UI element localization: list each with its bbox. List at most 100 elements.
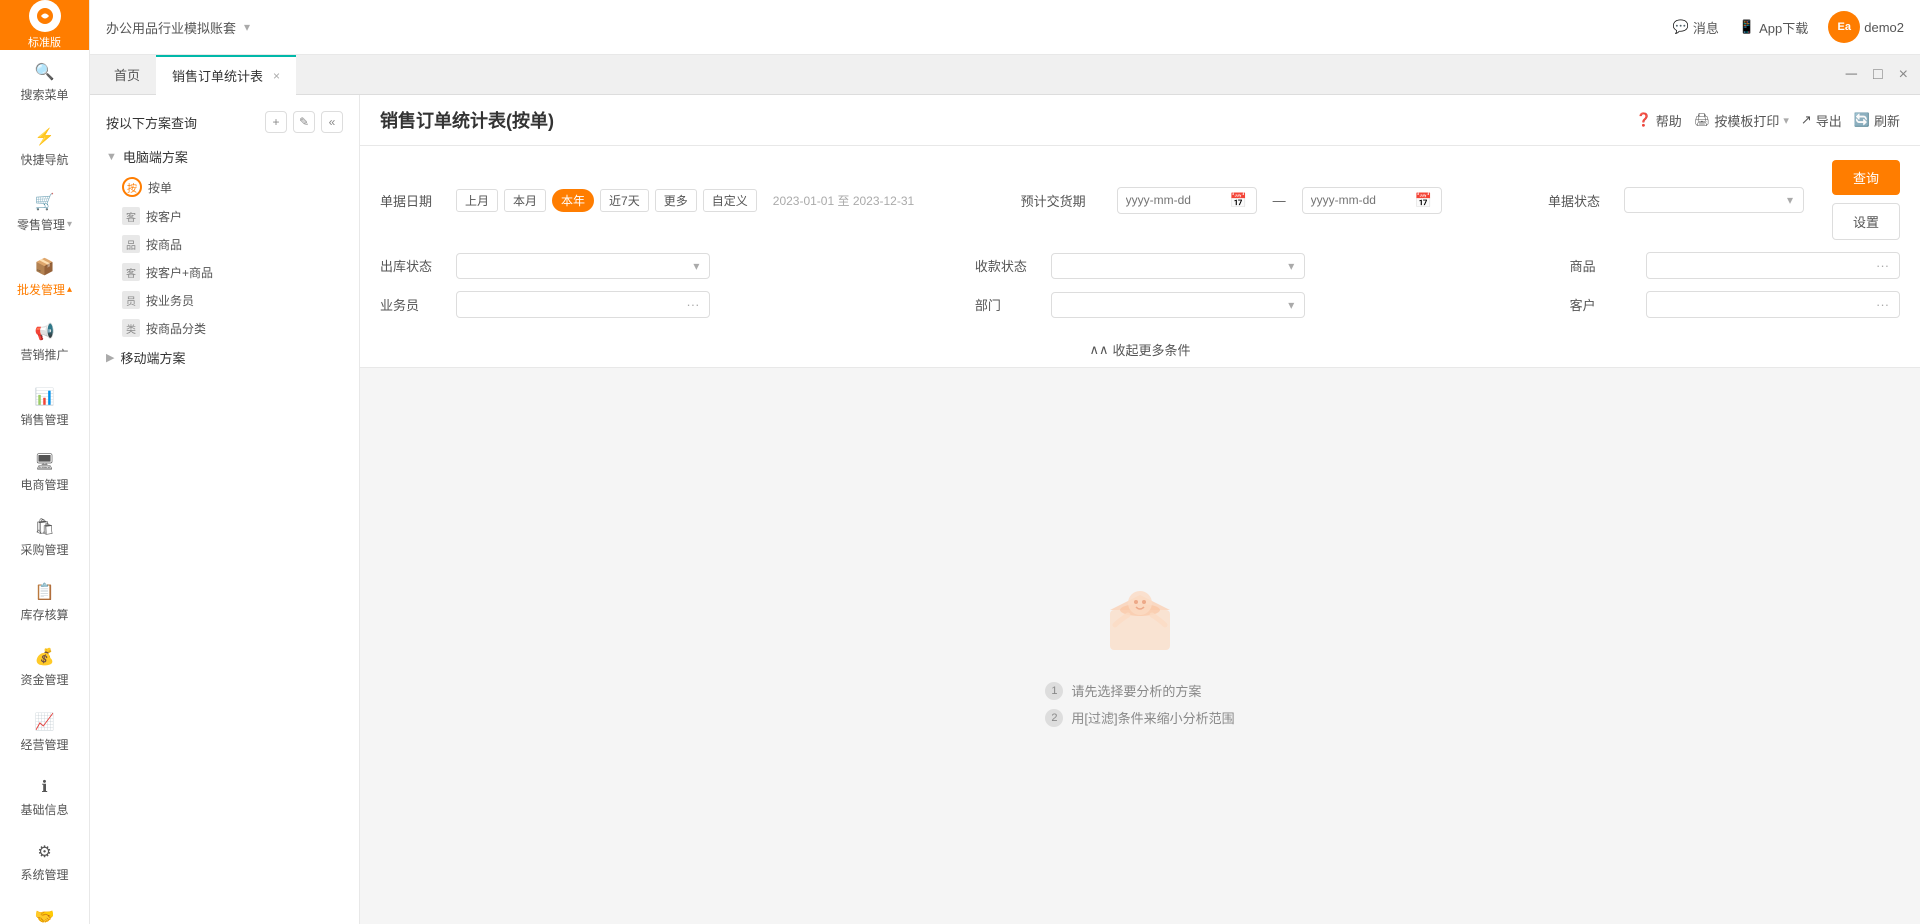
tree-item-by-salesperson[interactable]: 员 按业务员 [114,286,351,314]
tabbar: 首页 销售订单统计表 × ─ □ × [90,55,1920,95]
by-customer-product-label: 按客户+商品 [146,264,213,281]
delivery-date-end-input[interactable]: 📅 [1302,187,1442,214]
operations-icon: 📈 [35,712,55,732]
minimize-button[interactable]: ─ [1842,62,1861,88]
salesperson-select[interactable]: ··· [456,291,710,318]
page-header: 销售订单统计表(按单) ❓ 帮助 🖨 按模板打印 ▾ ↗ 导出 [360,95,1920,146]
receipt-status-select[interactable]: ▾ [1051,253,1305,279]
customer-select[interactable]: ··· [1646,291,1900,318]
calendar-start-icon[interactable]: 📅 [1230,192,1247,209]
tree-group-pc[interactable]: ▼ 电脑端方案 [98,141,351,172]
date-btn-last-month[interactable]: 上月 [456,189,498,212]
sidebar-item-sales[interactable]: 📊 销售管理 [0,375,90,440]
print-button[interactable]: 🖨 按模板打印 ▾ [1694,111,1789,130]
receipt-status-label: 收款状态 [975,256,1035,275]
sidebar-item-marketing[interactable]: 📢 营销推广 [0,310,90,375]
sidebar-item-system[interactable]: ⚙ 系统管理 [0,830,90,895]
tree-group-pc-children: 按 按单 客 按客户 品 按商品 客 按客户+商品 [114,172,351,342]
sidebar-item-retail[interactable]: 🛒 零售管理 ▾ [0,180,90,245]
wholesale-icon: 📦 [35,257,55,277]
page-header-actions: ❓ 帮助 🖨 按模板打印 ▾ ↗ 导出 🔄 刷新 [1636,111,1900,130]
sidebar-item-wholesale[interactable]: 📦 批发管理 ▴ [0,245,90,310]
tree-expand-icon: ▼ [106,151,117,163]
collapse-button[interactable]: ∧∧ 收起更多条件 [1089,340,1190,359]
collapse-row: ∧∧ 收起更多条件 [360,332,1920,367]
left-panel: 按以下方案查询 + ✎ « ▼ 电脑端方案 [90,95,360,924]
date-btn-7days[interactable]: 近7天 [600,189,649,212]
date-btn-custom[interactable]: 自定义 [703,189,757,212]
empty-state-area: 1 请先选择要分析的方案 2 用[过滤]条件来缩小分析范围 [360,368,1920,924]
by-order-label: 按单 [148,179,172,196]
app-download-button[interactable]: 📱 App下载 [1739,18,1808,37]
close-window-button[interactable]: × [1895,62,1912,88]
date-btn-this-month[interactable]: 本月 [504,189,546,212]
date-btn-this-year[interactable]: 本年 [552,189,594,212]
logo[interactable]: 标准版 [0,0,90,50]
sidebar-item-operations[interactable]: 📈 经营管理 [0,700,90,765]
query-button[interactable]: 查询 [1832,160,1900,195]
maximize-button[interactable]: □ [1869,62,1887,88]
help-button[interactable]: ❓ 帮助 [1636,111,1682,130]
goods-select[interactable]: ··· [1646,252,1900,279]
refresh-button[interactable]: 🔄 刷新 [1854,111,1900,130]
empty-hint-2: 2 用[过滤]条件来缩小分析范围 [1045,708,1234,727]
sidebar-item-sales-label: 销售管理 [20,411,68,428]
help-icon: ❓ [1636,112,1652,128]
sidebar-item-marketing-label: 营销推广 [20,346,68,363]
by-salesperson-label: 按业务员 [146,292,194,309]
panel-header-icons: + ✎ « [265,111,343,133]
action-buttons: 查询 设置 [1832,160,1900,240]
collapse-panel-button[interactable]: « [321,111,343,133]
delivery-end-field[interactable] [1311,193,1411,207]
user-profile[interactable]: Ea demo2 [1828,11,1904,43]
edit-scheme-button[interactable]: ✎ [293,111,315,133]
content-area: 按以下方案查询 + ✎ « ▼ 电脑端方案 [90,95,1920,924]
tab-sales-order-stats[interactable]: 销售订单统计表 × [156,55,296,95]
tree-item-by-product[interactable]: 品 按商品 [114,230,351,258]
sidebar-item-ecommerce[interactable]: 🖥 电商管理 [0,440,90,505]
single-status-select[interactable]: ▾ [1624,187,1804,213]
department-select[interactable]: ▾ [1051,292,1305,318]
export-button[interactable]: ↗ 导出 [1801,111,1842,130]
delivery-date-start-input[interactable]: 📅 [1117,187,1257,214]
hint-num-2: 2 [1045,709,1063,727]
message-button[interactable]: 💬 消息 [1673,18,1719,37]
out-status-select[interactable]: ▾ [456,253,710,279]
edit-icon: ✎ [299,115,309,129]
basic-info-icon: ℹ [41,777,47,797]
delivery-start-field[interactable] [1126,193,1226,207]
settings-button[interactable]: 设置 [1832,203,1900,240]
tab-close-icon[interactable]: × [273,69,280,83]
sidebar-item-basic-info[interactable]: ℹ 基础信息 [0,765,90,830]
by-customer-product-icon: 客 [122,263,140,281]
date-btn-more[interactable]: 更多 [655,189,697,212]
salesperson-label: 业务员 [380,295,440,314]
out-status-arrow: ▾ [693,259,699,273]
main-content: 办公用品行业模拟账套 ▾ 💬 消息 📱 App下载 Ea demo2 首页 [90,0,1920,924]
topbar-dropdown-icon[interactable]: ▾ [244,20,250,34]
add-scheme-button[interactable]: + [265,111,287,133]
salesperson-more-icon[interactable]: ··· [686,297,699,312]
tab-home[interactable]: 首页 [98,55,156,95]
tree-item-by-customer-product[interactable]: 客 按客户+商品 [114,258,351,286]
sidebar-item-inventory[interactable]: 📋 库存核算 [0,570,90,635]
department-label: 部门 [975,295,1035,314]
calendar-end-icon[interactable]: 📅 [1415,192,1432,209]
sidebar-item-search-menu[interactable]: 🔍 搜索菜单 [0,50,90,115]
tree-mobile-section: ▶ 移动端方案 [98,342,351,373]
tree-item-by-category[interactable]: 类 按商品分类 [114,314,351,342]
customer-more-icon[interactable]: ··· [1876,297,1889,312]
sidebar-item-finance-label: 资金管理 [20,671,68,688]
tree-item-by-order[interactable]: 按 按单 [114,172,351,202]
sidebar-item-inventory-label: 库存核算 [20,606,68,623]
sidebar-item-enterprise-collab[interactable]: 🤝 企业协同 [0,895,90,924]
sidebar-item-purchase[interactable]: 🛍 采购管理 [0,505,90,570]
sidebar-item-finance[interactable]: 💰 资金管理 [0,635,90,700]
finance-icon: 💰 [35,647,55,667]
tree-group-mobile[interactable]: ▶ 移动端方案 [98,342,351,373]
sidebar-item-quick-nav[interactable]: ⚡ 快捷导航 [0,115,90,180]
filter-row-1: 单据日期 上月 本月 本年 近7天 更多 自定义 2023-01-01 至 20… [380,160,1900,240]
goods-more-icon[interactable]: ··· [1876,258,1889,273]
tree-item-by-customer[interactable]: 客 按客户 [114,202,351,230]
hint-text-1: 请先选择要分析的方案 [1071,681,1201,700]
